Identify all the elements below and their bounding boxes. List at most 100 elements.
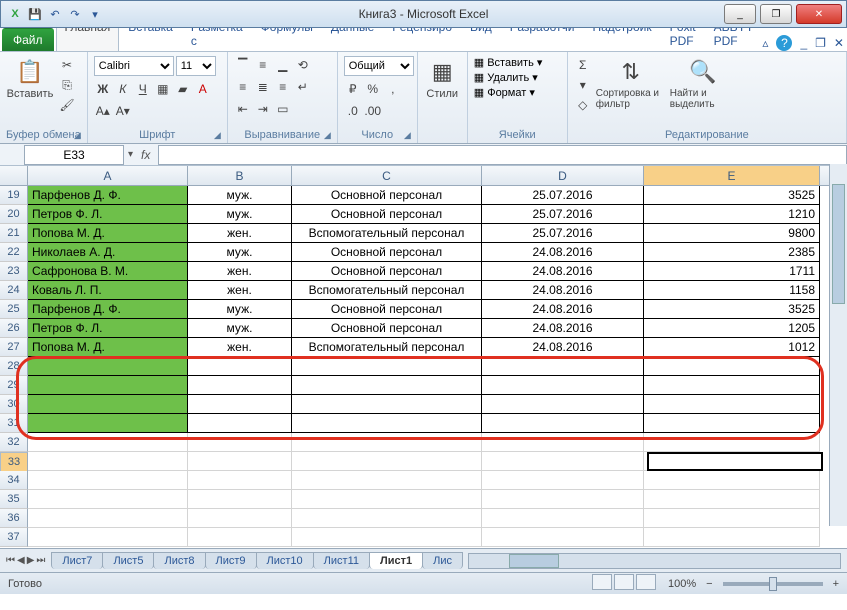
- cell[interactable]: [482, 414, 644, 433]
- cell[interactable]: [292, 395, 482, 414]
- italic-button[interactable]: К: [114, 80, 132, 98]
- cell[interactable]: Попова М. Д.: [28, 338, 188, 357]
- undo-icon[interactable]: ↶: [47, 6, 63, 22]
- tab-file[interactable]: Файл: [2, 28, 54, 51]
- zoom-thumb[interactable]: [769, 577, 777, 591]
- row-header[interactable]: 28: [0, 357, 28, 376]
- cell[interactable]: [28, 471, 188, 490]
- cell[interactable]: 25.07.2016: [482, 205, 644, 224]
- table-row[interactable]: 30: [0, 395, 847, 414]
- sheet-tab-лист9[interactable]: Лист9: [205, 552, 257, 569]
- align-middle-icon[interactable]: ≡: [254, 56, 272, 74]
- cell[interactable]: 24.08.2016: [482, 300, 644, 319]
- cell[interactable]: 24.08.2016: [482, 262, 644, 281]
- cell[interactable]: [482, 357, 644, 376]
- table-row[interactable]: 21Попова М. Д.жен.Вспомогательный персон…: [0, 224, 847, 243]
- ribbon-minimize-icon[interactable]: ▵: [762, 36, 768, 50]
- zoom-out-button[interactable]: −: [706, 578, 712, 590]
- font-size-select[interactable]: 11: [176, 56, 216, 76]
- hscroll-thumb[interactable]: [509, 554, 559, 568]
- align-launcher-icon[interactable]: ◢: [324, 130, 331, 141]
- doc-minimize-icon[interactable]: _: [800, 36, 807, 50]
- cell[interactable]: муж.: [188, 243, 292, 262]
- cell[interactable]: [188, 471, 292, 490]
- sheet-nav-3[interactable]: ⏭: [36, 555, 45, 566]
- table-row[interactable]: 32: [0, 433, 847, 452]
- clear-icon[interactable]: ◇: [574, 96, 592, 114]
- vscroll-thumb[interactable]: [832, 184, 845, 304]
- help-icon[interactable]: ?: [776, 35, 792, 51]
- cell[interactable]: [292, 471, 482, 490]
- table-row[interactable]: 24Коваль Л. П.жен.Вспомогательный персон…: [0, 281, 847, 300]
- decrease-decimal-icon[interactable]: .00: [364, 102, 382, 120]
- cell[interactable]: Попова М. Д.: [28, 224, 188, 243]
- save-icon[interactable]: 💾: [27, 6, 43, 22]
- cell[interactable]: [292, 376, 482, 395]
- align-left-icon[interactable]: ≡: [234, 78, 252, 96]
- sheet-tab-лист1[interactable]: Лист1: [369, 552, 423, 569]
- doc-close-icon[interactable]: ✕: [834, 36, 844, 50]
- cell[interactable]: [644, 452, 820, 471]
- cell[interactable]: [482, 490, 644, 509]
- table-row[interactable]: 36: [0, 509, 847, 528]
- cell[interactable]: 1158: [644, 281, 820, 300]
- redo-icon[interactable]: ↷: [67, 6, 83, 22]
- cell[interactable]: муж.: [188, 300, 292, 319]
- find-select-button[interactable]: 🔍 Найти и выделить: [670, 56, 736, 110]
- underline-button[interactable]: Ч: [134, 80, 152, 98]
- zoom-level[interactable]: 100%: [668, 578, 696, 590]
- cell[interactable]: Основной персонал: [292, 205, 482, 224]
- col-header-e[interactable]: E: [644, 166, 820, 185]
- cell[interactable]: [28, 528, 188, 547]
- cell[interactable]: [644, 471, 820, 490]
- cell[interactable]: [644, 528, 820, 547]
- row-header[interactable]: 33: [0, 452, 28, 472]
- cell[interactable]: 24.08.2016: [482, 281, 644, 300]
- cell[interactable]: [482, 528, 644, 547]
- cell[interactable]: [644, 357, 820, 376]
- row-header[interactable]: 20: [0, 205, 28, 224]
- cell[interactable]: [292, 357, 482, 376]
- table-row[interactable]: 29: [0, 376, 847, 395]
- wrap-text-icon[interactable]: ↵: [294, 78, 312, 96]
- cell[interactable]: Основной персонал: [292, 243, 482, 262]
- cell[interactable]: 1711: [644, 262, 820, 281]
- sheet-tab-лис[interactable]: Лис: [422, 552, 463, 569]
- cell[interactable]: 9800: [644, 224, 820, 243]
- table-row[interactable]: 37: [0, 528, 847, 547]
- font-launcher-icon[interactable]: ◢: [214, 130, 221, 141]
- row-header[interactable]: 35: [0, 490, 28, 509]
- cell[interactable]: [28, 452, 188, 471]
- maximize-button[interactable]: ❐: [760, 4, 792, 24]
- cell[interactable]: 3525: [644, 300, 820, 319]
- cell[interactable]: [28, 414, 188, 433]
- bold-button[interactable]: Ж: [94, 80, 112, 98]
- number-launcher-icon[interactable]: ◢: [404, 130, 411, 141]
- view-break-icon[interactable]: [636, 574, 656, 590]
- view-layout-icon[interactable]: [614, 574, 634, 590]
- row-header[interactable]: 29: [0, 376, 28, 395]
- cell[interactable]: [644, 414, 820, 433]
- table-row[interactable]: 25Парфенов Д. Ф.муж.Основной персонал24.…: [0, 300, 847, 319]
- row-header[interactable]: 34: [0, 471, 28, 490]
- cell[interactable]: [188, 376, 292, 395]
- sheet-nav-2[interactable]: ▶: [27, 555, 35, 566]
- cell[interactable]: Петров Ф. Л.: [28, 319, 188, 338]
- table-row[interactable]: 27Попова М. Д.жен.Вспомогательный персон…: [0, 338, 847, 357]
- close-button[interactable]: ✕: [796, 4, 842, 24]
- cell[interactable]: Парфенов Д. Ф.: [28, 300, 188, 319]
- zoom-slider[interactable]: [723, 582, 823, 586]
- cell[interactable]: [188, 414, 292, 433]
- font-color-icon[interactable]: A: [194, 80, 212, 98]
- formula-input[interactable]: [158, 145, 847, 165]
- table-row[interactable]: 20Петров Ф. Л.муж.Основной персонал25.07…: [0, 205, 847, 224]
- cell[interactable]: [292, 452, 482, 471]
- cell[interactable]: [644, 490, 820, 509]
- cell[interactable]: [482, 471, 644, 490]
- table-row[interactable]: 31: [0, 414, 847, 433]
- cell[interactable]: 1210: [644, 205, 820, 224]
- cell[interactable]: [188, 490, 292, 509]
- increase-decimal-icon[interactable]: .0: [344, 102, 362, 120]
- cell[interactable]: [28, 357, 188, 376]
- align-bottom-icon[interactable]: ▁: [274, 56, 292, 74]
